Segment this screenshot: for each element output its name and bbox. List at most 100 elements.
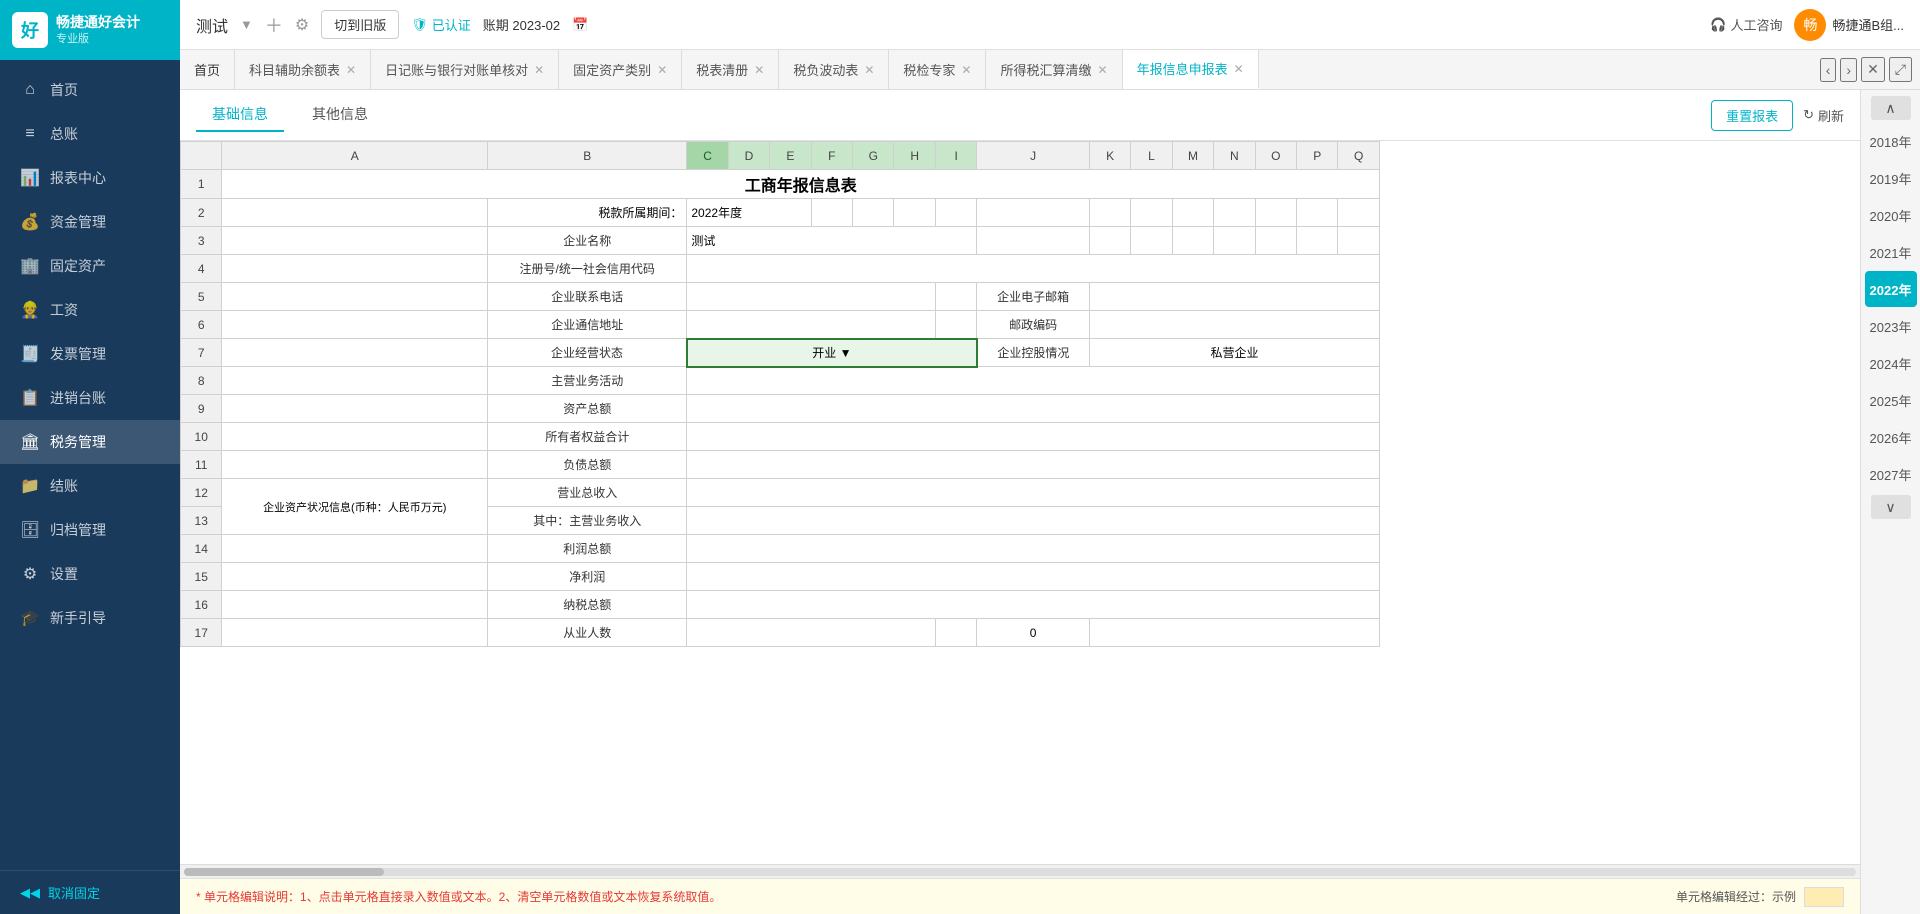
nav-icon-12: 🎓 bbox=[20, 608, 40, 628]
tab-item-2[interactable]: 日记账与银行对账单核对✕ bbox=[371, 50, 559, 89]
tab-close-2[interactable]: ✕ bbox=[534, 63, 544, 77]
sidebar-item-归档管理[interactable]: 🗄归档管理 bbox=[0, 508, 180, 552]
year-item-2018年[interactable]: 2018年 bbox=[1865, 123, 1917, 159]
sidebar-item-首页[interactable]: ⌂ 首页 bbox=[0, 68, 180, 112]
table-row: 4 注册号/统一社会信用代码 bbox=[181, 255, 1380, 283]
dropdown-arrow-icon[interactable]: ▼ bbox=[240, 17, 253, 32]
tab-item-5[interactable]: 税负波动表 ✕ bbox=[779, 50, 889, 89]
sidebar-item-总账[interactable]: ≡总账 bbox=[0, 112, 180, 156]
tab-close-1[interactable]: ✕ bbox=[346, 63, 356, 77]
year-item-2022年[interactable]: 2022年 bbox=[1865, 271, 1917, 307]
tab-item-3[interactable]: 固定资产类别 ✕ bbox=[559, 50, 682, 89]
tab-basic-info[interactable]: 基础信息 bbox=[196, 98, 284, 132]
year-item-2026年[interactable]: 2026年 bbox=[1865, 419, 1917, 455]
table-row: 7 企业经营状态 开业 ▼ 企业控股情况 私营企业 bbox=[181, 339, 1380, 367]
tab-label-6: 税检专家 bbox=[903, 60, 955, 79]
tab-label-3: 固定资产类别 bbox=[573, 60, 651, 79]
sidebar-item-报表中心[interactable]: 📊报表中心 bbox=[0, 156, 180, 200]
spreadsheet-wrapper[interactable]: A B C D E F G H I J K L M bbox=[180, 141, 1860, 864]
tab-close-5[interactable]: ✕ bbox=[864, 63, 874, 77]
business-status-cell[interactable]: 开业 ▼ bbox=[687, 339, 977, 367]
expand-button[interactable]: ⤢ bbox=[1889, 57, 1912, 82]
sidebar-item-进销台账[interactable]: 📋进销台账 bbox=[0, 376, 180, 420]
sidebar-logo: 好 畅捷通好会计 专业版 bbox=[0, 0, 180, 60]
col-header-l: L bbox=[1131, 142, 1172, 170]
table-row: 12 企业资产状况信息(币种：人民币万元) 营业总收入 bbox=[181, 479, 1380, 507]
sidebar-nav: ⌂首页≡总账📊报表中心💰资金管理🏢固定资产👷工资🧾发票管理📋进销台账🏛税务管理📁… bbox=[0, 60, 180, 870]
nav-label-12: 新手引导 bbox=[50, 608, 106, 628]
year-item-2023年[interactable]: 2023年 bbox=[1865, 308, 1917, 344]
tab-close-4[interactable]: ✕ bbox=[754, 63, 764, 77]
main-area: 测试 ▼ ＋ ⚙ 切到旧版 🛡 已认证 账期 2023-02 📅 🎧 人工咨询 … bbox=[180, 0, 1920, 914]
sidebar-item-固定资产[interactable]: 🏢固定资产 bbox=[0, 244, 180, 288]
next-tab-button[interactable]: › bbox=[1840, 58, 1857, 82]
sidebar-item-发票管理[interactable]: 🧾发票管理 bbox=[0, 332, 180, 376]
sheet-actions: 重置报表 ↻ 刷新 bbox=[1711, 100, 1844, 131]
nav-label-3: 资金管理 bbox=[50, 212, 106, 232]
year-item-2021年[interactable]: 2021年 bbox=[1865, 234, 1917, 270]
col-header-g: G bbox=[853, 142, 894, 170]
year-scroll-up-button[interactable]: ∧ bbox=[1871, 96, 1911, 120]
tab-other-info[interactable]: 其他信息 bbox=[296, 98, 384, 132]
tab-item-0[interactable]: 首页 bbox=[180, 50, 235, 89]
nav-label-2: 报表中心 bbox=[50, 168, 106, 188]
tab-label-5: 税负波动表 bbox=[793, 60, 858, 79]
close-tab-button[interactable]: ✕ bbox=[1861, 57, 1885, 82]
year-item-2025年[interactable]: 2025年 bbox=[1865, 382, 1917, 418]
table-row: 3 企业名称 测试 bbox=[181, 227, 1380, 255]
col-header-o: O bbox=[1255, 142, 1296, 170]
hscroll-bar[interactable] bbox=[180, 864, 1860, 878]
tab-close-7[interactable]: ✕ bbox=[1098, 63, 1108, 77]
status-right-label: 单元格编辑经过：示例 bbox=[1676, 888, 1796, 905]
col-header-h: H bbox=[894, 142, 935, 170]
tab-close-8[interactable]: ✕ bbox=[1234, 62, 1244, 76]
switch-version-button[interactable]: 切到旧版 bbox=[321, 10, 399, 39]
tab-close-3[interactable]: ✕ bbox=[657, 63, 667, 77]
prev-tab-button[interactable]: ‹ bbox=[1820, 58, 1837, 82]
sidebar-item-资金管理[interactable]: 💰资金管理 bbox=[0, 200, 180, 244]
tab-close-6[interactable]: ✕ bbox=[961, 63, 971, 77]
sidebar-item-结账[interactable]: 📁 结账 bbox=[0, 464, 180, 508]
status-bar: * 单元格编辑说明：1、点击单元格直接录入数值或文本。2、清空单元格数值或文本恢… bbox=[180, 878, 1860, 914]
sheet-toolbar: 基础信息 其他信息 重置报表 ↻ 刷新 bbox=[180, 90, 1860, 141]
year-item-2019年[interactable]: 2019年 bbox=[1865, 160, 1917, 196]
year-item-2027年[interactable]: 2027年 bbox=[1865, 456, 1917, 492]
topbar: 测试 ▼ ＋ ⚙ 切到旧版 🛡 已认证 账期 2023-02 📅 🎧 人工咨询 … bbox=[180, 0, 1920, 50]
refresh-button[interactable]: ↻ 刷新 bbox=[1803, 106, 1844, 125]
nav-label-9: 结账 bbox=[50, 476, 78, 496]
tab-item-7[interactable]: 所得税汇算清缴✕ bbox=[986, 50, 1122, 89]
tab-item-1[interactable]: 科目辅助余额表✕ bbox=[235, 50, 371, 89]
col-header-j: J bbox=[977, 142, 1090, 170]
nav-icon-0: ⌂ bbox=[20, 81, 40, 99]
add-tab-button[interactable]: ＋ bbox=[265, 12, 283, 38]
calendar-icon[interactable]: 📅 bbox=[572, 17, 588, 33]
sidebar-item-工资[interactable]: 👷工资 bbox=[0, 288, 180, 332]
tab-item-4[interactable]: 税表清册 ✕ bbox=[682, 50, 779, 89]
sidebar-item-新手引导[interactable]: 🎓 新手引导 bbox=[0, 596, 180, 640]
tab-label-4: 税表清册 bbox=[696, 60, 748, 79]
year-scroll-down-button[interactable]: ∨ bbox=[1871, 495, 1911, 519]
sidebar-item-税务管理[interactable]: 🏛税务管理 bbox=[0, 420, 180, 464]
nav-icon-9: 📁 bbox=[20, 476, 40, 496]
nav-icon-11: ⚙ bbox=[20, 564, 40, 584]
tab-item-6[interactable]: 税检专家 ✕ bbox=[889, 50, 986, 89]
service-button[interactable]: 🎧 人工咨询 bbox=[1710, 15, 1782, 34]
sheet-title[interactable]: 工商年报信息表 bbox=[222, 170, 1380, 199]
year-item-2024年[interactable]: 2024年 bbox=[1865, 345, 1917, 381]
hscroll-thumb[interactable] bbox=[184, 868, 384, 876]
col-header-a: A bbox=[222, 142, 488, 170]
pin-icon: ◀◀ bbox=[20, 885, 40, 901]
nav-icon-10: 🗄 bbox=[20, 520, 40, 540]
year-panel: ∧ 2018年2019年2020年2021年2022年2023年2024年202… bbox=[1860, 90, 1920, 914]
unpin-button[interactable]: ◀◀ 取消固定 bbox=[0, 870, 180, 914]
reset-button[interactable]: 重置报表 bbox=[1711, 100, 1793, 131]
nav-label-8: 税务管理 bbox=[50, 432, 106, 452]
settings-icon[interactable]: ⚙ bbox=[295, 15, 309, 35]
hscroll-track[interactable] bbox=[184, 868, 1856, 876]
tab-item-8[interactable]: 年报信息申报表✕ bbox=[1123, 50, 1259, 89]
corner-cell bbox=[181, 142, 222, 170]
nav-label-0: 首页 bbox=[50, 80, 78, 100]
year-item-2020年[interactable]: 2020年 bbox=[1865, 197, 1917, 233]
tab-label-0: 首页 bbox=[194, 60, 220, 79]
sidebar-item-设置[interactable]: ⚙设置 bbox=[0, 552, 180, 596]
